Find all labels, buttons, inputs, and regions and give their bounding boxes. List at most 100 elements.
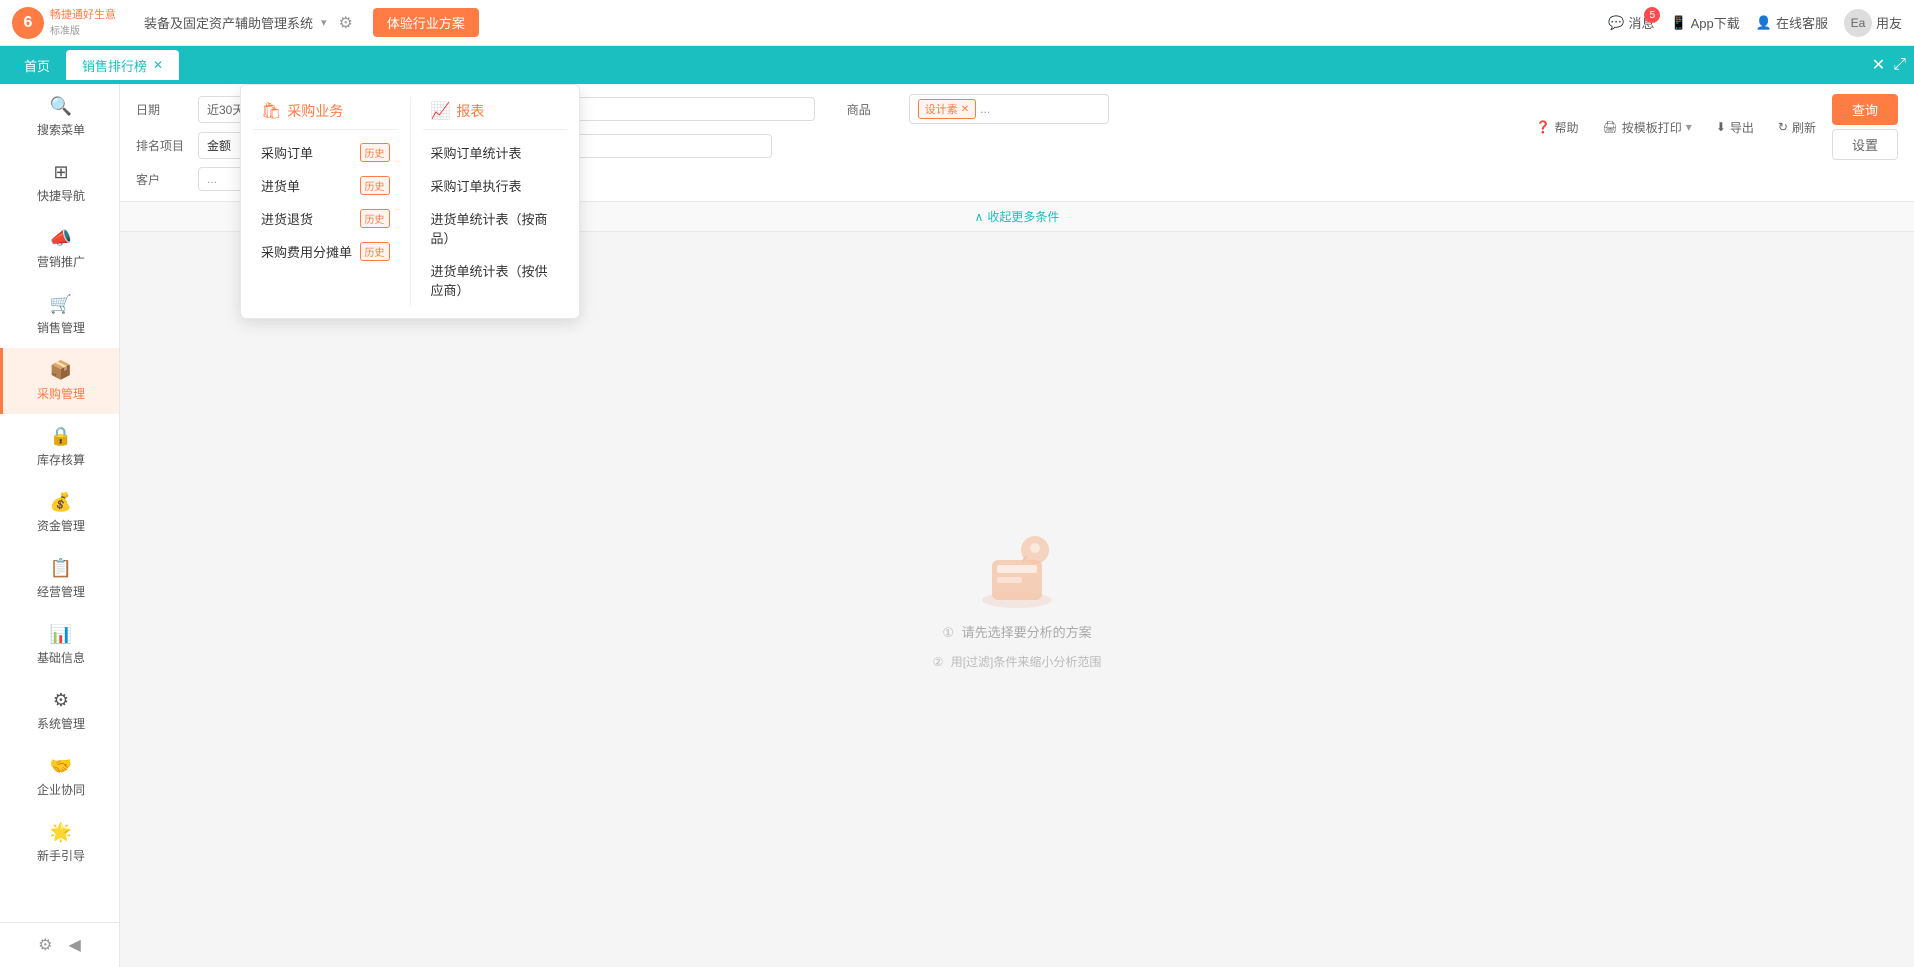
print-btn[interactable]: 🖨 按模板打印 ▾ — [1595, 115, 1700, 140]
sidebar-collapse-btn[interactable]: ◀ — [65, 931, 85, 959]
purchase-section-icon: 🛍 — [261, 101, 281, 121]
refresh-btn[interactable]: ↻ 刷新 — [1770, 115, 1824, 140]
online-service-action[interactable]: 👤 在线客服 — [1756, 13, 1828, 32]
sidebar-sales-label: 销售管理 — [37, 319, 85, 336]
sidebar-newbie-label: 新手引导 — [37, 847, 85, 864]
toolbar-right: ❓ 帮助 🖨 按模板打印 ▾ ⬇ 导出 ↻ 刷新 — [1528, 94, 1898, 160]
collapse-text: 收起更多条件 — [987, 208, 1059, 225]
logo-text: 畅捷通好生意 — [50, 8, 116, 22]
sidebar-marketing-label: 营销推广 — [37, 253, 85, 270]
message-action[interactable]: 💬 消息 5 — [1608, 13, 1654, 32]
report-section-title: 📈 报表 — [423, 97, 568, 130]
history-badge-2: 历史 — [360, 209, 390, 228]
sidebar-item-basic[interactable]: 📊 基础信息 — [0, 612, 119, 678]
basic-icon: 📊 — [50, 624, 72, 645]
menu-item-purchase-receipt[interactable]: 进货单 历史 — [253, 169, 398, 202]
menu-item-purchase-order-label: 采购订单 — [261, 143, 313, 162]
system-settings-icon[interactable]: ⚙ — [335, 9, 357, 37]
empty-tip1-number: ① — [942, 625, 954, 640]
industry-btn[interactable]: 体验行业方案 — [373, 8, 479, 37]
export-icon: ⬇ — [1716, 120, 1726, 134]
print-arrow: ▾ — [1686, 120, 1692, 134]
export-label: 导出 — [1730, 119, 1754, 136]
sidebar-item-marketing[interactable]: 📣 营销推广 — [0, 216, 119, 282]
marketing-icon: 📣 — [50, 228, 72, 249]
menu-item-purchase-return[interactable]: 进货退货 历史 — [253, 202, 398, 235]
help-btn[interactable]: ❓ 帮助 — [1528, 115, 1587, 140]
history-badge-0: 历史 — [360, 143, 390, 162]
tab-maximize[interactable]: ⤢ — [1893, 56, 1906, 74]
sidebar-item-operations[interactable]: 📋 经营管理 — [0, 546, 119, 612]
customer-dots: ... — [207, 172, 217, 186]
menu-item-purchase-expense[interactable]: 采购费用分摊单 历史 — [253, 235, 398, 268]
menu-item-receipt-stat-supplier[interactable]: 进货单统计表（按供应商） — [423, 254, 568, 306]
export-btn[interactable]: ⬇ 导出 — [1708, 115, 1762, 140]
menu-item-purchase-order-stat[interactable]: 采购订单统计表 — [423, 136, 568, 169]
enterprise-icon: 🤝 — [50, 756, 72, 777]
sidebar-item-purchase[interactable]: 📦 采购管理 — [0, 348, 119, 414]
user-action[interactable]: Ea 用友 — [1844, 9, 1902, 37]
goods-tag: 设计素 ✕ — [918, 99, 976, 119]
sidebar-item-quick-nav[interactable]: ⊞ 快捷导航 — [0, 150, 119, 216]
settings-btn[interactable]: 设置 — [1832, 129, 1898, 160]
help-label: 帮助 — [1555, 119, 1579, 136]
collapse-arrow: ∧ — [975, 210, 984, 224]
sidebar-item-inventory[interactable]: 🔒 库存核算 — [0, 414, 119, 480]
sidebar-item-sales[interactable]: 🛒 销售管理 — [0, 282, 119, 348]
online-service-label: 在线客服 — [1776, 13, 1828, 32]
logo-icon: 6 — [12, 7, 44, 39]
purchase-icon: 📦 — [50, 360, 72, 381]
sidebar-inventory-label: 库存核算 — [37, 451, 85, 468]
service-icon: 👤 — [1756, 15, 1772, 31]
refresh-label: 刷新 — [1792, 119, 1816, 136]
tab-home[interactable]: 首页 — [8, 50, 66, 80]
customer-label: 客户 — [136, 171, 186, 188]
sidebar: 🔍 搜索菜单 ⊞ 快捷导航 📣 营销推广 🛒 销售管理 📦 采购管理 🔒 库存核… — [0, 84, 120, 967]
sidebar-item-finance[interactable]: 💰 资金管理 — [0, 480, 119, 546]
sidebar-search-label: 搜索菜单 — [37, 121, 85, 138]
goods-tag-text: 设计素 — [925, 101, 958, 117]
user-label: 用友 — [1876, 13, 1902, 32]
report-menu-section: 📈 报表 采购订单统计表 采购订单执行表 进货单统计表（按商品） 进货单统计表（… — [423, 97, 568, 306]
message-icon: 💬 — [1608, 15, 1624, 31]
dropdown-menu: 🛍 采购业务 采购订单 历史 进货单 历史 进货退货 历史 采购费用分摊单 — [240, 84, 580, 319]
report-section-label: 报表 — [456, 101, 484, 121]
tab-sales-rank-close[interactable]: ✕ — [153, 58, 163, 72]
menu-item-purchase-expense-label: 采购费用分摊单 — [261, 242, 352, 261]
purchase-section-title: 🛍 采购业务 — [253, 97, 398, 130]
rank-value: 金额 — [207, 137, 231, 154]
menu-item-purchase-order-stat-label: 采购订单统计表 — [431, 143, 522, 162]
finance-icon: 💰 — [50, 492, 72, 513]
menu-item-purchase-order-exec[interactable]: 采购订单执行表 — [423, 169, 568, 202]
tab-sales-rank[interactable]: 销售排行榜 ✕ — [66, 50, 179, 80]
menu-item-receipt-stat-supplier-label: 进货单统计表（按供应商） — [431, 261, 560, 299]
history-badge-3: 历史 — [360, 242, 390, 261]
menu-item-purchase-return-label: 进货退货 — [261, 209, 313, 228]
sidebar-operations-label: 经营管理 — [37, 583, 85, 600]
sidebar-settings-btn[interactable]: ⚙ — [34, 931, 56, 959]
sidebar-item-system[interactable]: ⚙ 系统管理 — [0, 678, 119, 744]
goods-input[interactable]: 设计素 ✕ ... — [909, 94, 1109, 124]
sidebar-enterprise-label: 企业协同 — [37, 781, 85, 798]
message-badge: 5 — [1644, 7, 1660, 23]
sidebar-item-newbie[interactable]: 🌟 新手引导 — [0, 810, 119, 876]
content-area: 🛍 采购业务 采购订单 历史 进货单 历史 进货退货 历史 采购费用分摊单 — [120, 84, 1914, 967]
query-btn[interactable]: 查询 — [1832, 94, 1898, 125]
sidebar-item-search[interactable]: 🔍 搜索菜单 — [0, 84, 119, 150]
app-download-action[interactable]: 📱 App下载 — [1670, 13, 1739, 32]
operations-icon: 📋 — [50, 558, 72, 579]
avatar-text: Ea — [1851, 16, 1866, 30]
system-dropdown-arrow[interactable]: ▾ — [321, 16, 327, 29]
sidebar-system-label: 系统管理 — [37, 715, 85, 732]
sidebar-quick-nav-label: 快捷导航 — [37, 187, 85, 204]
tab-close-window[interactable]: ✕ — [1872, 55, 1885, 75]
purchase-menu-section: 🛍 采购业务 采购订单 历史 进货单 历史 进货退货 历史 采购费用分摊单 — [253, 97, 398, 306]
sidebar-item-enterprise[interactable]: 🤝 企业协同 — [0, 744, 119, 810]
menu-item-receipt-stat-goods[interactable]: 进货单统计表（按商品） — [423, 202, 568, 254]
logo-area: 6 畅捷通好生意 标准版 — [12, 7, 132, 39]
logo-text-area: 畅捷通好生意 标准版 — [50, 8, 116, 37]
newbie-icon: 🌟 — [50, 822, 72, 843]
menu-item-purchase-order[interactable]: 采购订单 历史 — [253, 136, 398, 169]
goods-tag-close[interactable]: ✕ — [961, 104, 969, 115]
search-icon: 🔍 — [50, 96, 72, 117]
